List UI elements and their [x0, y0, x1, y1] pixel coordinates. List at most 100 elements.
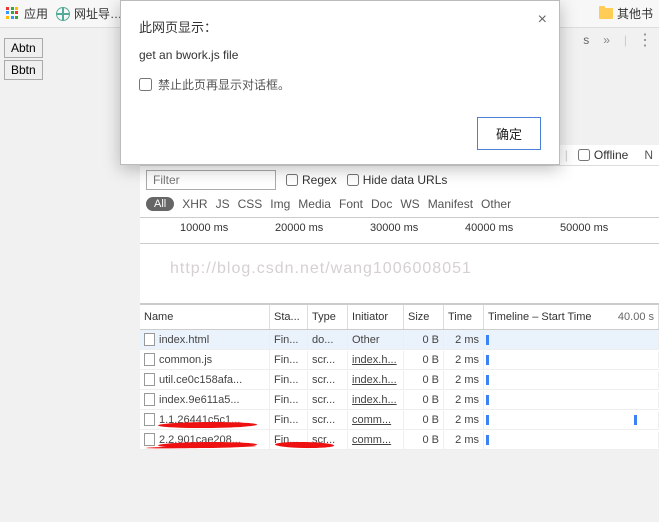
hide-data-checkbox[interactable]	[347, 174, 359, 186]
timeline-head-label: Timeline – Start Time	[488, 311, 592, 323]
cell-timeline	[484, 332, 659, 348]
type-css[interactable]: CSS	[238, 197, 263, 211]
apps-grid-icon	[6, 7, 20, 21]
cell-type: do...	[308, 331, 348, 349]
cell-name: index.html	[140, 330, 270, 349]
network-n: N	[644, 148, 653, 162]
table-row[interactable]: index.htmlFin...do...Other0 B2 ms	[140, 330, 659, 350]
cell-type: scr...	[308, 411, 348, 429]
table-row[interactable]: common.jsFin...scr...index.h...0 B2 ms	[140, 350, 659, 370]
cell-initiator: index.h...	[348, 371, 404, 389]
cell-name: index.9e611a5...	[140, 390, 270, 409]
type-img[interactable]: Img	[270, 197, 290, 211]
cell-size: 0 B	[404, 351, 444, 369]
col-timeline[interactable]: Timeline – Start Time40.00 s	[484, 305, 659, 329]
type-filter-row: All XHR JS CSS Img Media Font Doc WS Man…	[140, 194, 659, 218]
suppress-checkbox[interactable]	[139, 78, 152, 91]
cell-initiator: index.h...	[348, 351, 404, 369]
apps-label: 应用	[24, 5, 48, 22]
devtools-network: e | Offline N Regex Hide data URLs All X…	[140, 145, 659, 450]
col-name[interactable]: Name	[140, 305, 270, 329]
regex-checkbox[interactable]	[286, 174, 298, 186]
type-other[interactable]: Other	[481, 197, 511, 211]
regex-label: Regex	[302, 173, 337, 187]
offline-checkbox[interactable]	[578, 149, 590, 161]
cell-initiator: comm...	[348, 411, 404, 429]
cell-timeline	[484, 372, 659, 388]
overflow-row: s » | ⋮	[583, 30, 653, 50]
folder-icon	[599, 8, 613, 19]
cell-type: scr...	[308, 351, 348, 369]
file-icon	[144, 393, 155, 406]
type-js[interactable]: JS	[216, 197, 230, 211]
type-doc[interactable]: Doc	[371, 197, 392, 211]
side-button-stack: Abtn Bbtn	[4, 38, 43, 80]
file-icon	[144, 433, 155, 446]
type-font[interactable]: Font	[339, 197, 363, 211]
cell-initiator: comm...	[348, 431, 404, 449]
cell-time: 2 ms	[444, 351, 484, 369]
regex-toggle[interactable]: Regex	[286, 173, 337, 187]
col-type[interactable]: Type	[308, 305, 348, 329]
file-name: util.ce0c158afa...	[159, 374, 242, 386]
file-icon	[144, 413, 155, 426]
globe-icon	[56, 7, 70, 21]
cell-timeline	[484, 412, 659, 428]
cell-size: 0 B	[404, 371, 444, 389]
table-row[interactable]: index.9e611a5...Fin...scr...index.h...0 …	[140, 390, 659, 410]
offline-label: Offline	[594, 148, 628, 162]
cell-name: util.ce0c158afa...	[140, 370, 270, 389]
type-ws[interactable]: WS	[400, 197, 419, 211]
col-time[interactable]: Time	[444, 305, 484, 329]
type-manifest[interactable]: Manifest	[428, 197, 473, 211]
cell-name: common.js	[140, 350, 270, 369]
apps-button[interactable]: 应用	[6, 5, 48, 22]
cell-time: 2 ms	[444, 411, 484, 429]
network-table: Name Sta... Type Initiator Size Time Tim…	[140, 304, 659, 450]
cell-timeline	[484, 392, 659, 408]
type-media[interactable]: Media	[298, 197, 331, 211]
cell-size: 0 B	[404, 411, 444, 429]
nav-guide-label: 网址导…	[74, 5, 122, 22]
dialog-message: get an bwork.js file	[139, 48, 541, 62]
menu-dots-icon[interactable]: ⋮	[637, 30, 653, 50]
timeline-ruler: 10000 ms 20000 ms 30000 ms 40000 ms 5000…	[140, 218, 659, 244]
col-initiator[interactable]: Initiator	[348, 305, 404, 329]
table-header: Name Sta... Type Initiator Size Time Tim…	[140, 305, 659, 330]
tick-4: 40000 ms	[465, 222, 513, 234]
cell-timeline	[484, 432, 659, 448]
cell-type: scr...	[308, 371, 348, 389]
col-status[interactable]: Sta...	[270, 305, 308, 329]
watermark-text: http://blog.csdn.net/wang1006008051	[170, 260, 472, 278]
ok-button[interactable]: 确定	[477, 117, 541, 150]
cell-time: 2 ms	[444, 371, 484, 389]
offline-toggle[interactable]: Offline	[578, 148, 628, 162]
cell-time: 2 ms	[444, 431, 484, 449]
file-icon	[144, 353, 155, 366]
suppress-checkbox-row[interactable]: 禁止此页再显示对话框。	[139, 76, 541, 93]
filter-input[interactable]	[146, 170, 276, 190]
a-button[interactable]: Abtn	[4, 38, 43, 58]
b-button[interactable]: Bbtn	[4, 60, 43, 80]
close-icon[interactable]: ×	[538, 11, 547, 29]
cell-time: 2 ms	[444, 391, 484, 409]
cell-size: 0 B	[404, 391, 444, 409]
file-icon	[144, 373, 155, 386]
filter-row: Regex Hide data URLs	[140, 166, 659, 194]
cell-status: Fin...	[270, 411, 308, 429]
type-xhr[interactable]: XHR	[182, 197, 207, 211]
cell-status: Fin...	[270, 371, 308, 389]
table-row[interactable]: util.ce0c158afa... Fin...scr...index.h...…	[140, 370, 659, 390]
hide-data-label: Hide data URLs	[363, 173, 448, 187]
suppress-label: 禁止此页再显示对话框。	[158, 76, 290, 93]
col-size[interactable]: Size	[404, 305, 444, 329]
cell-initiator: Other	[348, 331, 404, 349]
nav-guide-bookmark[interactable]: 网址导…	[56, 5, 122, 22]
cell-size: 0 B	[404, 331, 444, 349]
overflow-chevron-icon[interactable]: »	[599, 33, 614, 47]
table-row[interactable]: 1.1.26441c5c1...Fin...scr...comm...0 B2 …	[140, 410, 659, 430]
hide-data-toggle[interactable]: Hide data URLs	[347, 173, 448, 187]
file-icon	[144, 333, 155, 346]
other-bookmarks[interactable]: 其他书	[599, 5, 653, 22]
type-all[interactable]: All	[146, 197, 174, 211]
